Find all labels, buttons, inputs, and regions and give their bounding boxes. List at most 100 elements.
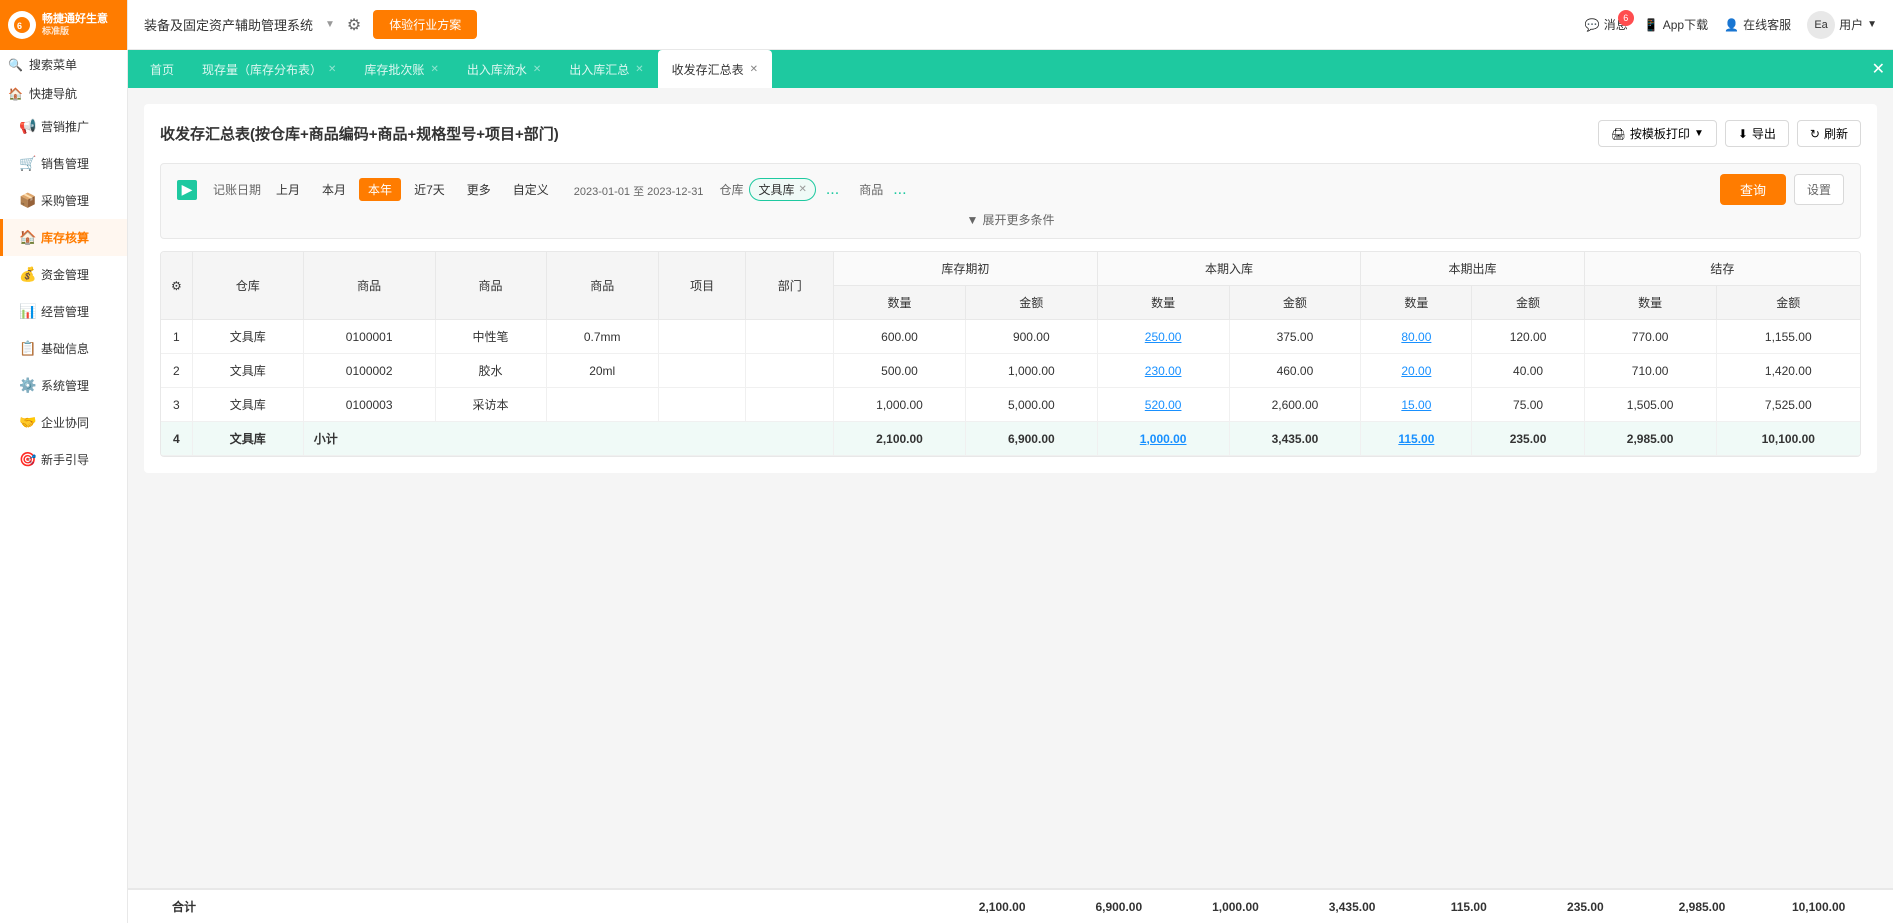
main-content: 装备及固定资产辅助管理系统 ▼ ⚙ 体验行业方案 💬 消息 6 📱 App下载 … xyxy=(128,0,1893,923)
subtotal-qty-open: 2,100.00 xyxy=(834,422,966,456)
export-btn[interactable]: ⬇ 导出 xyxy=(1725,120,1789,147)
cell-qty-in-2[interactable]: 520.00 xyxy=(1097,388,1229,422)
logo-text: 畅捷通好生意 标准版 xyxy=(42,12,108,38)
shortcut-nav-item[interactable]: 🏠 快捷导航 xyxy=(0,79,127,108)
refresh-btn[interactable]: ↻ 刷新 xyxy=(1797,120,1861,147)
subtotal-qty-out: 115.00 xyxy=(1361,422,1472,456)
tab-close-1[interactable]: ✕ xyxy=(328,64,336,75)
expand-conditions-btn[interactable]: ▼ 展开更多条件 xyxy=(177,205,1844,228)
subtotal-amt-in: 3,435.00 xyxy=(1229,422,1361,456)
message-btn[interactable]: 💬 消息 6 xyxy=(1585,16,1628,33)
sidebar-item-5[interactable]: 📊经营管理 xyxy=(0,293,127,330)
nav-label-1: 销售管理 xyxy=(41,155,89,172)
nav-label-3: 库存核算 xyxy=(41,229,89,246)
cell-qty-in-1[interactable]: 230.00 xyxy=(1097,354,1229,388)
cell-qty-in-0[interactable]: 250.00 xyxy=(1097,320,1229,354)
date-btn-custom[interactable]: 自定义 xyxy=(504,178,558,201)
sidebar-item-9[interactable]: 🎯新手引导 xyxy=(0,441,127,478)
cell-project-0 xyxy=(658,320,746,354)
sidebar-item-6[interactable]: 📋基础信息 xyxy=(0,330,127,367)
cell-amt-in-2: 2,600.00 xyxy=(1229,388,1361,422)
search-menu-item[interactable]: 🔍 搜索菜单 xyxy=(0,50,127,79)
sidebar-item-1[interactable]: 🛒 销售管理 xyxy=(0,145,127,182)
footer-qty-out: 115.00 xyxy=(1410,900,1527,914)
setting-btn[interactable]: 设置 xyxy=(1794,174,1844,205)
product-more-btn[interactable]: ... xyxy=(889,181,910,199)
shortcut-label: 快捷导航 xyxy=(29,85,77,102)
cell-project-2 xyxy=(658,388,746,422)
tab-0[interactable]: 首页 xyxy=(136,50,188,88)
th-code: 商品 xyxy=(303,252,435,320)
sidebar-item-3[interactable]: 🏠库存核算 xyxy=(0,219,127,256)
nav-label-4: 资金管理 xyxy=(41,266,89,283)
user-label: 用户 xyxy=(1839,16,1863,33)
date-range-display: 2023-01-01 至 2023-12-31 xyxy=(574,183,704,199)
tab-close-4[interactable]: ✕ xyxy=(635,64,643,75)
tab-2[interactable]: 库存批次账 ✕ xyxy=(350,50,452,88)
table-row: 3 文具库 0100003 采访本 1,000.00 5,000.00 520.… xyxy=(161,388,1860,422)
cell-qty-out-1[interactable]: 20.00 xyxy=(1361,354,1472,388)
footer-amt-bal: 10,100.00 xyxy=(1760,900,1877,914)
warehouse-tag-close-btn[interactable]: ✕ xyxy=(798,184,806,195)
print-icon: 🖨 xyxy=(1611,127,1626,141)
export-icon: ⬇ xyxy=(1738,127,1748,141)
tab-1[interactable]: 现存量（库存分布表）✕ xyxy=(188,50,350,88)
close-all-tabs-btn[interactable]: ✕ xyxy=(1872,59,1885,79)
query-btn[interactable]: 查询 xyxy=(1720,174,1786,205)
chevron-down-icon: ▼ xyxy=(1867,19,1877,30)
date-btn-this-month[interactable]: 本月 xyxy=(313,178,355,201)
th-amt-out: 金额 xyxy=(1472,286,1584,320)
cell-amt-bal-0: 1,155.00 xyxy=(1716,320,1860,354)
th-name: 商品 xyxy=(435,252,546,320)
cell-qty-out-2[interactable]: 15.00 xyxy=(1361,388,1472,422)
date-btn-more[interactable]: 更多 xyxy=(458,178,500,201)
tab-close-5[interactable]: ✕ xyxy=(750,64,758,75)
warehouse-more-btn[interactable]: ... xyxy=(822,181,843,199)
nav-icon-1: 🛒 xyxy=(19,155,35,172)
tab-5[interactable]: 收发存汇总表✕ xyxy=(658,50,772,88)
user-btn[interactable]: Ea 用户 ▼ xyxy=(1807,11,1877,39)
date-btn-last-month[interactable]: 上月 xyxy=(267,178,309,201)
th-gear[interactable]: ⚙ xyxy=(161,252,192,320)
app-download-btn[interactable]: 📱 App下载 xyxy=(1644,16,1708,33)
tab-label-2: 库存批次账 xyxy=(364,61,424,78)
cell-spec-0: 0.7mm xyxy=(546,320,658,354)
filter-toggle-btn[interactable]: ▶ xyxy=(177,180,197,200)
nav-icon-8: 🤝 xyxy=(19,414,35,431)
nav-label-2: 采购管理 xyxy=(41,192,89,209)
tab-label-0: 首页 xyxy=(150,61,174,78)
online-service-btn[interactable]: 👤 在线客服 xyxy=(1724,16,1791,33)
filter-bar: ▶ 记账日期 上月 本月 本年 近7天 更多 自定义 2023-0 xyxy=(160,163,1861,239)
date-btn-7days[interactable]: 近7天 xyxy=(405,178,454,201)
system-title: 装备及固定资产辅助管理系统 xyxy=(144,15,313,34)
subtotal-amt-open: 6,900.00 xyxy=(965,422,1097,456)
cell-qty-out-0[interactable]: 80.00 xyxy=(1361,320,1472,354)
tab-label-3: 出入库流水 xyxy=(467,61,527,78)
cell-amt-open-0: 900.00 xyxy=(965,320,1097,354)
sidebar-item-7[interactable]: ⚙️系统管理 xyxy=(0,367,127,404)
tab-label-4: 出入库汇总 xyxy=(569,61,629,78)
tab-close-3[interactable]: ✕ xyxy=(533,64,541,75)
sidebar-item-0[interactable]: 📢营销推广 xyxy=(0,108,127,145)
message-icon: 💬 xyxy=(1585,18,1600,32)
service-icon: 👤 xyxy=(1724,18,1739,32)
date-btn-this-year[interactable]: 本年 xyxy=(359,178,401,201)
data-table: ⚙ 仓库 商品 商品 商品 项目 部门 库存期初 本期入库 本期出库 结存 xyxy=(161,252,1860,456)
tab-3[interactable]: 出入库流水 ✕ xyxy=(453,50,555,88)
subtotal-qty-in: 1,000.00 xyxy=(1097,422,1229,456)
sidebar-item-4[interactable]: 💰资金管理 xyxy=(0,256,127,293)
cell-name-1: 胶水 xyxy=(435,354,546,388)
print-btn[interactable]: 🖨 按模板打印 ▼ xyxy=(1598,120,1717,147)
sidebar-item-8[interactable]: 🤝企业协同 xyxy=(0,404,127,441)
experience-btn[interactable]: 体验行业方案 xyxy=(373,10,477,39)
page-title: 收发存汇总表(按仓库+商品编码+商品+规格型号+项目+部门) xyxy=(160,123,559,144)
gear-icon[interactable]: ⚙ xyxy=(347,15,361,35)
th-qty-out: 数量 xyxy=(1361,286,1472,320)
th-spec: 商品 xyxy=(546,252,658,320)
cell-qty-open-0: 600.00 xyxy=(834,320,966,354)
tab-close-2[interactable]: ✕ xyxy=(430,64,438,75)
search-icon: 🔍 xyxy=(8,58,23,72)
sidebar: 6 畅捷通好生意 标准版 🔍 搜索菜单 🏠 快捷导航 📢营销推广🛒销售管理📦采购… xyxy=(0,0,128,923)
sidebar-item-2[interactable]: 📦采购管理 xyxy=(0,182,127,219)
tab-4[interactable]: 出入库汇总 ✕ xyxy=(555,50,657,88)
